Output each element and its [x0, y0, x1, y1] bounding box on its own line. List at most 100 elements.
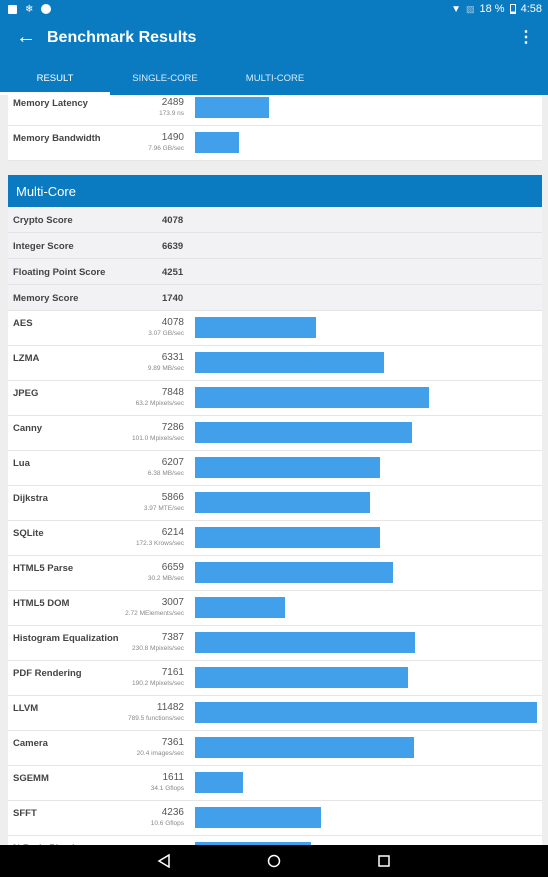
workload-rate: 2.72 MElements/sec — [125, 610, 184, 617]
workload-rate: 34.1 Gflops — [150, 785, 184, 792]
summary-score: 4078 — [162, 215, 184, 226]
workload-row: SFFT 4236 10.6 Gflops — [8, 801, 542, 836]
nav-home-icon — [267, 854, 281, 868]
workload-name: LZMA — [13, 353, 40, 364]
tab-bar: RESULT SINGLE-CORE MULTI-CORE — [0, 61, 548, 95]
workload-bar — [195, 807, 321, 828]
workload-row: Camera 7361 20.4 images/sec — [8, 731, 542, 766]
tab-result[interactable]: RESULT — [0, 61, 110, 95]
workload-score: 5866 — [161, 492, 184, 503]
workload-name: SGEMM — [13, 773, 49, 784]
tab-single-core[interactable]: SINGLE-CORE — [110, 61, 220, 95]
gallery-notification-icon — [8, 4, 17, 14]
summary-name: Floating Point Score — [13, 267, 106, 278]
workload-rate: 101.0 Mpixels/sec — [131, 435, 184, 442]
summary-name: Integer Score — [13, 241, 74, 252]
workload-score: 6207 — [161, 457, 184, 468]
summary-name: Memory Score — [13, 293, 79, 304]
summary-row: Crypto Score 4078 — [8, 207, 542, 233]
multi-core-header: Multi-Core — [8, 175, 542, 207]
tab-multi-core[interactable]: MULTI-CORE — [220, 61, 330, 95]
battery-icon — [509, 4, 516, 14]
summary-name: Crypto Score — [13, 215, 73, 226]
workload-name: Camera — [13, 738, 48, 749]
results-scroll[interactable]: Memory Latency 2489 173.9 ns Memory Bandwid… — [0, 95, 548, 845]
workload-score: 11482 — [156, 702, 184, 713]
summary-score: 1740 — [162, 293, 184, 304]
back-arrow-icon[interactable]: ← — [14, 26, 38, 49]
nav-back-button[interactable] — [154, 851, 174, 871]
workload-bar — [195, 562, 393, 583]
workload-score: 7161 — [161, 667, 184, 678]
navigation-bar — [0, 845, 548, 877]
workload-rate: 20.4 images/sec — [136, 750, 184, 757]
workload-name: JPEG — [13, 388, 39, 399]
workload-bar — [195, 457, 380, 478]
workload-name: HTML5 DOM — [13, 598, 70, 609]
status-bar: ❄ ▼ ▨ 18 % 4:58 — [0, 0, 548, 18]
summary-row: Floating Point Score 4251 — [8, 259, 542, 285]
workload-score: 4236 — [161, 807, 184, 818]
workload-name: PDF Rendering — [13, 668, 82, 679]
workload-row: Dijkstra 5866 3.97 MTE/sec — [8, 486, 542, 521]
workload-bar — [195, 632, 415, 653]
workload-row: Lua 6207 6.38 MB/sec — [8, 451, 542, 486]
no-sim-icon: ▨ — [465, 3, 475, 14]
workload-name: HTML5 Parse — [13, 563, 74, 574]
workload-rate: 10.6 Gflops — [150, 820, 184, 827]
workload-rate: 3.07 GB/sec — [148, 330, 184, 337]
workload-bar — [195, 352, 384, 373]
workload-row: LZMA 6331 9.89 MB/sec — [8, 346, 542, 381]
workload-row: HTML5 Parse 6659 30.2 MB/sec — [8, 556, 542, 591]
workload-rate: 789.5 functions/sec — [127, 715, 184, 722]
workload-row: Memory Latency 2489 173.9 ns — [8, 95, 542, 126]
workload-bar — [195, 387, 429, 408]
summary-row: Integer Score 6639 — [8, 233, 542, 259]
workload-name: Canny — [13, 423, 43, 434]
workload-bar — [195, 667, 408, 688]
workload-score: 6331 — [161, 352, 184, 363]
workload-bar — [195, 527, 380, 548]
workload-row: SQLite 6214 172.3 Krows/sec — [8, 521, 542, 556]
app-bar: ❄ ▼ ▨ 18 % 4:58 ← Benchmark Results ⋮ RE… — [0, 0, 548, 95]
nav-home-button[interactable] — [264, 851, 284, 871]
summary-row: Memory Score 1740 — [8, 285, 542, 311]
workload-bar — [195, 422, 412, 443]
toolbar: ← Benchmark Results ⋮ — [0, 18, 548, 61]
workload-name: LLVM — [13, 703, 39, 714]
workload-row: Histogram Equalization 7387 230.8 Mpixels/… — [8, 626, 542, 661]
workload-row: Canny 7286 101.0 Mpixels/sec — [8, 416, 542, 451]
workload-rate: 63.2 Mpixels/sec — [135, 400, 184, 407]
summary-score: 6639 — [162, 241, 184, 252]
workload-bar — [195, 97, 269, 118]
workload-rate: 6.38 MB/sec — [147, 470, 184, 477]
workload-bar — [195, 737, 414, 758]
workload-bar — [195, 492, 370, 513]
workload-name: Histogram Equalization — [13, 633, 119, 644]
workload-row: PDF Rendering 7161 190.2 Mpixels/sec — [8, 661, 542, 696]
snowflake-notification-icon: ❄ — [25, 3, 34, 15]
workload-score: 6214 — [161, 527, 184, 538]
workload-row: Memory Bandwidth 1490 7.96 GB/sec — [8, 126, 542, 161]
workload-score: 7387 — [161, 632, 184, 643]
wifi-icon: ▼ — [451, 3, 461, 15]
workload-score: 6659 — [161, 562, 184, 573]
workload-bar — [195, 317, 316, 338]
workload-name: Dijkstra — [13, 493, 48, 504]
nav-recents-button[interactable] — [374, 851, 394, 871]
overflow-menu-icon[interactable]: ⋮ — [518, 27, 534, 47]
workload-rate: 9.89 MB/sec — [147, 365, 184, 372]
workload-row: SGEMM 1611 34.1 Gflops — [8, 766, 542, 801]
workload-row: N-Body Physics — [8, 836, 542, 845]
workload-score: 7361 — [161, 737, 184, 748]
workload-name: AES — [13, 318, 33, 329]
nav-back-icon — [157, 854, 170, 868]
workload-bar — [195, 132, 239, 153]
workload-score: 7848 — [161, 387, 184, 398]
workload-rate: 3.97 MTE/sec — [143, 505, 184, 512]
workload-row: AES 4078 3.07 GB/sec — [8, 311, 542, 346]
workload-score: 3007 — [161, 597, 184, 608]
workload-name: SQLite — [13, 528, 44, 539]
workload-score: 1611 — [162, 772, 184, 783]
workload-bar — [195, 702, 537, 723]
